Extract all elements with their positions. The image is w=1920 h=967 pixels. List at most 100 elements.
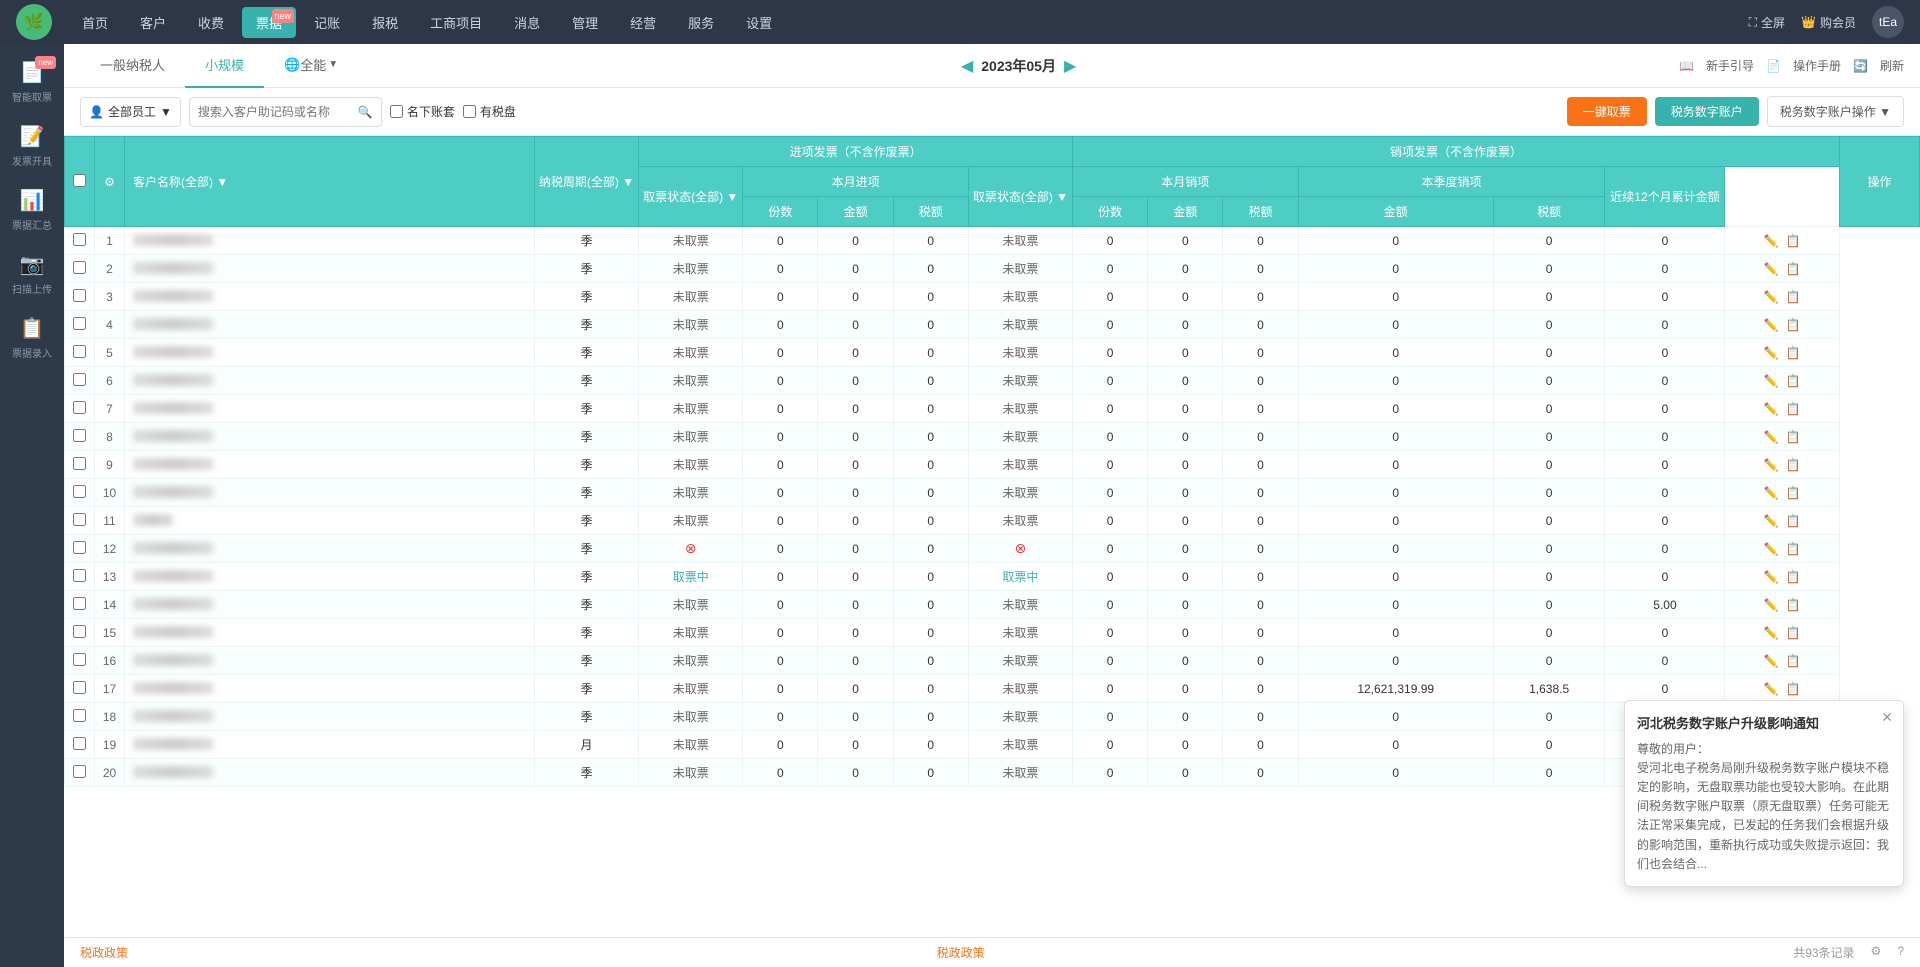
select-all-checkbox[interactable]	[73, 174, 86, 187]
sidebar-item-summary[interactable]: 📊 票据汇总	[0, 180, 64, 240]
edit-btn[interactable]: ✏️	[1764, 234, 1779, 248]
tab-general-taxpayer[interactable]: 一般纳税人	[80, 44, 185, 88]
row-checkbox-cell[interactable]	[65, 255, 95, 283]
edit-btn[interactable]: ✏️	[1764, 514, 1779, 528]
edit-btn[interactable]: ✏️	[1764, 402, 1779, 416]
refresh-link[interactable]: 刷新	[1880, 57, 1904, 74]
row-checkbox[interactable]	[73, 261, 86, 274]
row-checkbox-cell[interactable]	[65, 619, 95, 647]
edit-btn[interactable]: ✏️	[1764, 318, 1779, 332]
copy-btn[interactable]: 📋	[1786, 514, 1801, 528]
row-checkbox-cell[interactable]	[65, 731, 95, 759]
row-checkbox-cell[interactable]	[65, 703, 95, 731]
copy-btn[interactable]: 📋	[1786, 626, 1801, 640]
nav-message[interactable]: 消息	[500, 7, 554, 38]
row-checkbox-cell[interactable]	[65, 647, 95, 675]
row-checkbox[interactable]	[73, 765, 86, 778]
row-checkbox[interactable]	[73, 513, 86, 526]
settings-icon-bottom[interactable]: ⚙	[1871, 944, 1882, 961]
fullscreen-btn[interactable]: ⛶ 全屏	[1749, 14, 1785, 31]
copy-btn[interactable]: 📋	[1786, 542, 1801, 556]
prev-month-btn[interactable]: ◀	[961, 56, 973, 76]
copy-btn[interactable]: 📋	[1786, 458, 1801, 472]
col-customer-header[interactable]: 客户名称(全部) ▼	[125, 137, 535, 227]
row-checkbox[interactable]	[73, 709, 86, 722]
edit-btn[interactable]: ✏️	[1764, 598, 1779, 612]
row-checkbox[interactable]	[73, 429, 86, 442]
row-checkbox-cell[interactable]	[65, 675, 95, 703]
sidebar-item-issue[interactable]: 📝 发票开具	[0, 116, 64, 176]
nav-home[interactable]: 首页	[68, 7, 122, 38]
row-checkbox[interactable]	[73, 625, 86, 638]
edit-btn[interactable]: ✏️	[1764, 346, 1779, 360]
row-checkbox-cell[interactable]	[65, 563, 95, 591]
copy-btn[interactable]: 📋	[1786, 682, 1801, 696]
row-checkbox-cell[interactable]	[65, 339, 95, 367]
nav-invoice[interactable]: 票据 new	[242, 7, 296, 38]
row-checkbox[interactable]	[73, 401, 86, 414]
row-checkbox-cell[interactable]	[65, 591, 95, 619]
one-key-ticket-btn[interactable]: 一键取票	[1567, 97, 1647, 126]
copy-btn[interactable]: 📋	[1786, 234, 1801, 248]
row-checkbox[interactable]	[73, 597, 86, 610]
tab-small-scale[interactable]: 小规模	[185, 44, 264, 88]
row-checkbox-cell[interactable]	[65, 479, 95, 507]
has-tax-disk-checkbox[interactable]: 有税盘	[463, 103, 516, 120]
my-accounts-checkbox[interactable]: 名下账套	[390, 103, 455, 120]
edit-btn[interactable]: ✏️	[1764, 430, 1779, 444]
copy-btn[interactable]: 📋	[1786, 654, 1801, 668]
output-status-header[interactable]: 取票状态(全部) ▼	[968, 167, 1072, 227]
copy-btn[interactable]: 📋	[1786, 486, 1801, 500]
row-checkbox-cell[interactable]	[65, 283, 95, 311]
sidebar-item-entry[interactable]: 📋 票据录入	[0, 308, 64, 368]
copy-btn[interactable]: 📋	[1786, 318, 1801, 332]
row-checkbox-cell[interactable]	[65, 311, 95, 339]
col-checkbox-header[interactable]	[65, 137, 95, 227]
row-checkbox-cell[interactable]	[65, 535, 95, 563]
row-checkbox[interactable]	[73, 289, 86, 302]
nav-service[interactable]: 服务	[674, 7, 728, 38]
tax-policy-text[interactable]: 税政政策	[937, 944, 985, 961]
row-checkbox-cell[interactable]	[65, 395, 95, 423]
tab-all[interactable]: 🌐 全能 ▼	[264, 44, 358, 88]
input-status-header[interactable]: 取票状态(全部) ▼	[639, 167, 743, 227]
row-checkbox[interactable]	[73, 541, 86, 554]
copy-btn[interactable]: 📋	[1786, 374, 1801, 388]
row-checkbox[interactable]	[73, 317, 86, 330]
edit-btn[interactable]: ✏️	[1764, 626, 1779, 640]
member-btn[interactable]: 👑 购会员	[1801, 14, 1856, 31]
manual-link[interactable]: 操作手册	[1793, 57, 1841, 74]
copy-btn[interactable]: 📋	[1786, 430, 1801, 444]
copy-btn[interactable]: 📋	[1786, 598, 1801, 612]
nav-customer[interactable]: 客户	[126, 7, 180, 38]
row-checkbox[interactable]	[73, 345, 86, 358]
row-checkbox[interactable]	[73, 373, 86, 386]
copy-btn[interactable]: 📋	[1786, 402, 1801, 416]
edit-btn[interactable]: ✏️	[1764, 374, 1779, 388]
sidebar-item-smart-ticket[interactable]: 📄 智能取票 new	[0, 52, 64, 112]
nav-billing[interactable]: 收费	[184, 7, 238, 38]
edit-btn[interactable]: ✏️	[1764, 682, 1779, 696]
nav-settings[interactable]: 设置	[732, 7, 786, 38]
help-icon-bottom[interactable]: ?	[1897, 944, 1904, 961]
row-checkbox-cell[interactable]	[65, 451, 95, 479]
nav-operation[interactable]: 经营	[616, 7, 670, 38]
row-checkbox[interactable]	[73, 485, 86, 498]
sidebar-item-scan[interactable]: 📷 扫描上传	[0, 244, 64, 304]
next-month-btn[interactable]: ▶	[1064, 56, 1076, 76]
edit-btn[interactable]: ✏️	[1764, 570, 1779, 584]
col-settings-header[interactable]: ⚙	[95, 137, 125, 227]
col-tax-period-header[interactable]: 纳税周期(全部) ▼	[534, 137, 638, 227]
row-checkbox[interactable]	[73, 737, 86, 750]
employee-filter[interactable]: 👤 全部员工 ▼	[80, 97, 181, 127]
row-checkbox-cell[interactable]	[65, 227, 95, 255]
tax-digital-account-op-btn[interactable]: 税务数字账户操作 ▼	[1767, 96, 1904, 127]
row-checkbox[interactable]	[73, 569, 86, 582]
search-input[interactable]	[198, 105, 358, 119]
edit-btn[interactable]: ✏️	[1764, 290, 1779, 304]
row-checkbox[interactable]	[73, 233, 86, 246]
guide-link[interactable]: 新手引导	[1706, 57, 1754, 74]
row-checkbox-cell[interactable]	[65, 367, 95, 395]
search-box[interactable]: 🔍	[189, 97, 382, 127]
edit-btn[interactable]: ✏️	[1764, 654, 1779, 668]
